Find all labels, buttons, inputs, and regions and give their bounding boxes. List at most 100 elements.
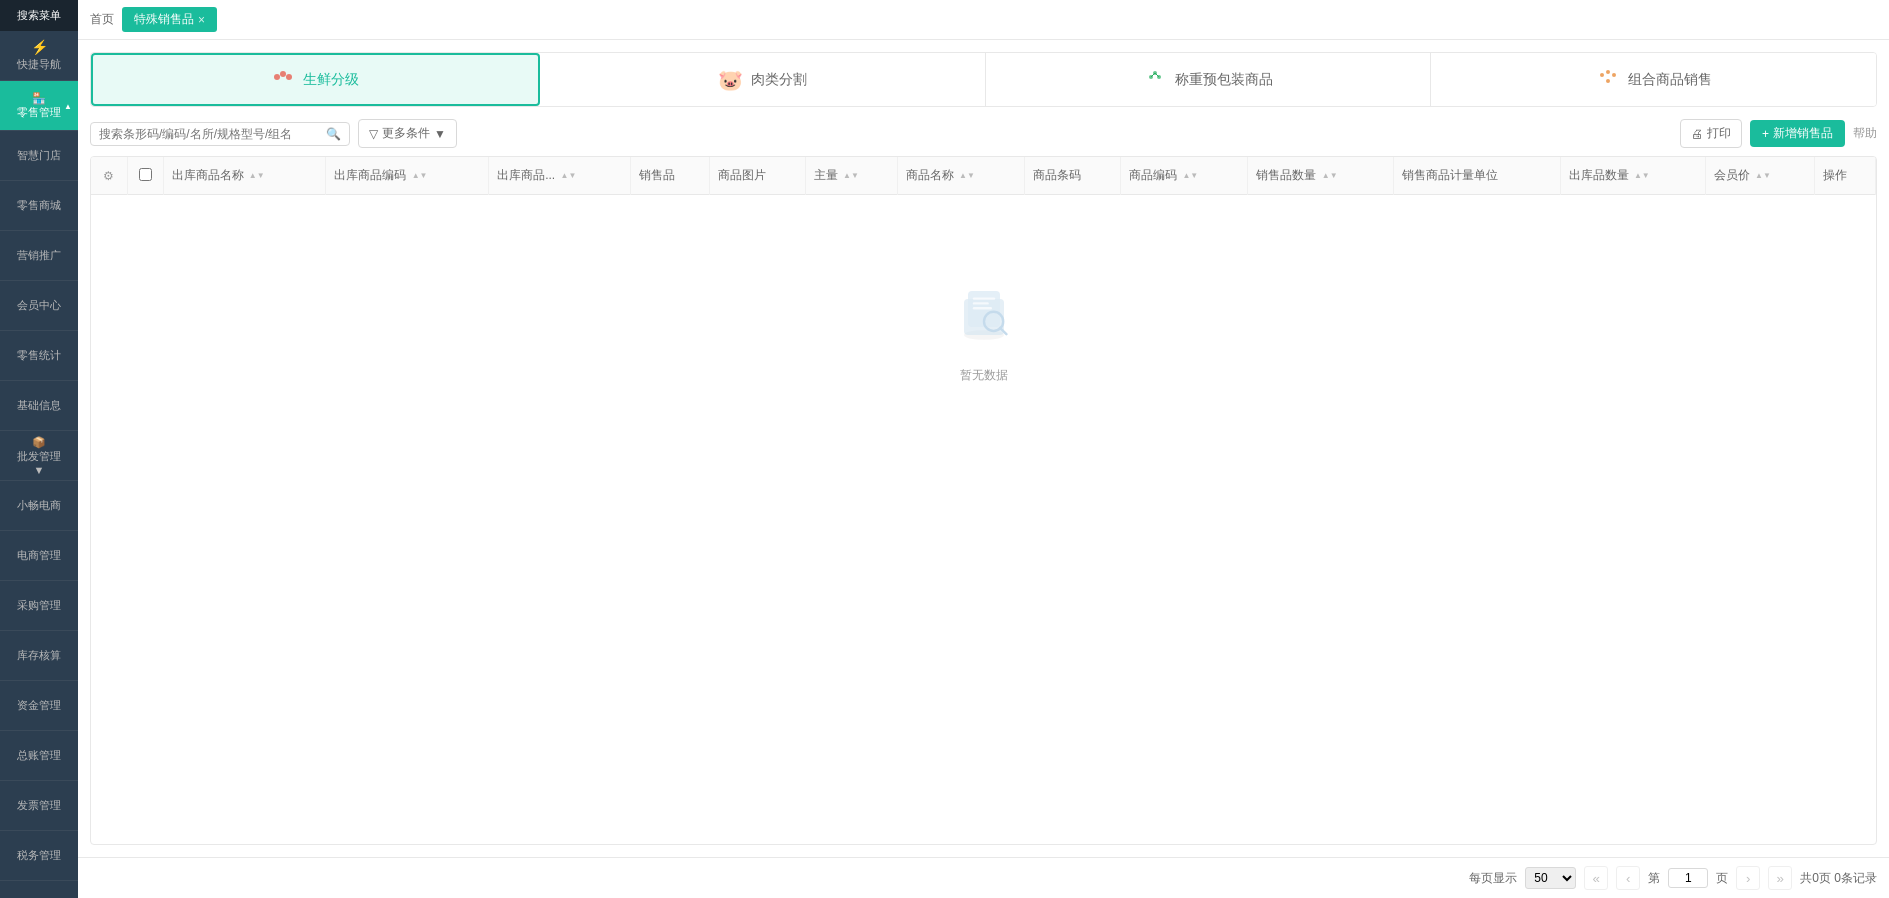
col-product-code[interactable]: 商品编码 ▲▼ — [1121, 157, 1248, 195]
col-sales-qty-label: 销售品数量 — [1256, 168, 1316, 182]
select-all-checkbox[interactable] — [139, 168, 152, 181]
tab-combo[interactable]: 组合商品销售 — [1431, 53, 1876, 106]
category-tabs: 生鲜分级 🐷 肉类分割 称重预包装商品 — [90, 52, 1877, 107]
sort-icon-main-weight: ▲▼ — [843, 171, 859, 180]
sidebar-item-invoice-mgmt[interactable]: 发票管理 — [0, 781, 78, 831]
col-member-price[interactable]: 会员价 ▲▼ — [1705, 157, 1815, 195]
search-input[interactable] — [99, 127, 326, 141]
col-product-image: 商品图片 — [709, 157, 805, 195]
sidebar-item-smart-store[interactable]: 智慧门店 — [0, 131, 78, 181]
col-main-weight[interactable]: 主量 ▲▼ — [805, 157, 897, 195]
first-page-btn[interactable]: « — [1584, 866, 1608, 890]
prev-page-btn[interactable]: ‹ — [1616, 866, 1640, 890]
meat-icon: 🐷 — [718, 68, 743, 92]
col-sales-unit: 销售商品计量单位 — [1393, 157, 1560, 195]
add-icon: + — [1762, 127, 1769, 141]
tab-weight[interactable]: 称重预包装商品 — [986, 53, 1432, 106]
empty-state: 暂无数据 — [91, 195, 1876, 464]
sidebar-label-finance: 资金管理 — [17, 698, 61, 713]
sidebar-label-tax-mgmt: 税务管理 — [17, 848, 61, 863]
column-settings-icon: ⚙ — [103, 169, 114, 183]
tab-close-btn[interactable]: × — [198, 13, 205, 27]
col-out-product-code[interactable]: 出库商品编码 ▲▼ — [326, 157, 489, 195]
sidebar-label-purchase-mgmt: 采购管理 — [17, 598, 61, 613]
sidebar-item-purchase-mgmt[interactable]: 采购管理 — [0, 581, 78, 631]
filter-label: 更多条件 — [382, 125, 430, 142]
tab-fresh[interactable]: 生鲜分级 — [91, 53, 540, 106]
sidebar-item-member-center[interactable]: 会员中心 — [0, 281, 78, 331]
empty-icon — [944, 275, 1024, 355]
tab-fresh-label: 生鲜分级 — [303, 71, 359, 89]
sidebar-item-general-ledger[interactable]: 总账管理 — [0, 731, 78, 781]
sidebar-item-fixed-assets[interactable]: 固定资产 — [0, 881, 78, 898]
page-input[interactable] — [1668, 868, 1708, 888]
search-menu-btn[interactable]: 搜索菜单 — [17, 8, 61, 23]
per-page-select[interactable]: 50 10 20 100 — [1525, 867, 1576, 889]
page-content: 生鲜分级 🐷 肉类分割 称重预包装商品 — [78, 40, 1889, 857]
svg-point-9 — [1606, 70, 1610, 74]
pagination: 每页显示 50 10 20 100 « ‹ 第 页 › » 共0页 0条记录 — [78, 857, 1889, 898]
sidebar-item-retail-mgmt[interactable]: 🏪 零售管理 — [0, 81, 78, 131]
sidebar-item-ecom-mgmt[interactable]: 电商管理 — [0, 531, 78, 581]
help-button[interactable]: 帮助 — [1853, 125, 1877, 142]
toolbar-left: 🔍 ▽ 更多条件 ▼ — [90, 119, 457, 148]
sidebar-label-basic-info: 基础信息 — [17, 398, 61, 413]
sidebar-item-sales-promo[interactable]: 营销推广 — [0, 231, 78, 281]
active-tab-label: 特殊销售品 — [134, 11, 194, 28]
col-member-price-label: 会员价 — [1714, 168, 1750, 182]
col-out-product-name[interactable]: 出库商品名称 ▲▼ — [163, 157, 326, 195]
table-header-row: ⚙ 出库商品名称 ▲▼ 出库商品编码 ▲▼ — [91, 157, 1876, 195]
sort-icon-product-name: ▲▼ — [959, 171, 975, 180]
home-tab[interactable]: 首页 — [90, 11, 114, 28]
tab-meat[interactable]: 🐷 肉类分割 — [540, 53, 986, 106]
sidebar-item-retail-stats[interactable]: 零售统计 — [0, 331, 78, 381]
sort-icon-product-code: ▲▼ — [1182, 171, 1198, 180]
active-tab[interactable]: 特殊销售品 × — [122, 7, 217, 32]
sidebar-label-member-center: 会员中心 — [17, 298, 61, 313]
col-main-weight-label: 主量 — [814, 168, 838, 182]
col-checkbox[interactable] — [127, 157, 163, 195]
col-out-product-x[interactable]: 出库商品... ▲▼ — [489, 157, 631, 195]
svg-point-10 — [1612, 73, 1616, 77]
sort-icon-out-product-name: ▲▼ — [249, 171, 265, 180]
next-page-btn[interactable]: › — [1736, 866, 1760, 890]
sidebar-item-finance[interactable]: 资金管理 — [0, 681, 78, 731]
combo-icon — [1596, 67, 1620, 92]
main-content: 首页 特殊销售品 × 生鲜分级 🐷 肉类分 — [78, 0, 1889, 898]
sidebar-label-quick-nav: 快捷导航 — [17, 57, 61, 72]
search-box[interactable]: 🔍 — [90, 122, 350, 146]
col-settings[interactable]: ⚙ — [91, 157, 127, 195]
print-button[interactable]: 🖨 打印 — [1680, 119, 1742, 148]
data-table: ⚙ 出库商品名称 ▲▼ 出库商品编码 ▲▼ — [91, 157, 1876, 195]
sidebar-item-retail-mall[interactable]: 零售商城 — [0, 181, 78, 231]
sidebar-item-wholesale-mgmt[interactable]: 📦 批发管理 — [0, 431, 78, 481]
tab-weight-label: 称重预包装商品 — [1175, 71, 1273, 89]
add-label: 新增销售品 — [1773, 125, 1833, 142]
sidebar-item-mini-ecom[interactable]: 小畅电商 — [0, 481, 78, 531]
wholesale-mgmt-icon: 📦 — [32, 436, 46, 449]
last-page-btn[interactable]: » — [1768, 866, 1792, 890]
page-label: 第 — [1648, 870, 1660, 887]
sort-icon-out-qty: ▲▼ — [1634, 171, 1650, 180]
add-sales-product-button[interactable]: + 新增销售品 — [1750, 120, 1845, 147]
sidebar-label-wholesale-mgmt: 批发管理 — [17, 449, 61, 464]
col-out-qty[interactable]: 出库品数量 ▲▼ — [1560, 157, 1705, 195]
topbar: 首页 特殊销售品 × — [78, 0, 1889, 40]
col-sales-product-label: 销售品 — [639, 168, 675, 182]
sort-icon-sales-qty: ▲▼ — [1322, 171, 1338, 180]
sidebar-item-inventory[interactable]: 库存核算 — [0, 631, 78, 681]
filter-button[interactable]: ▽ 更多条件 ▼ — [358, 119, 457, 148]
col-product-image-label: 商品图片 — [718, 168, 766, 182]
total-label: 共0页 0条记录 — [1800, 870, 1877, 887]
sidebar-label-inventory: 库存核算 — [17, 648, 61, 663]
sidebar-item-basic-info[interactable]: 基础信息 — [0, 381, 78, 431]
svg-point-1 — [280, 71, 286, 77]
sidebar-item-quick-nav[interactable]: ⚡ 快捷导航 — [0, 31, 78, 81]
search-icon[interactable]: 🔍 — [326, 127, 341, 141]
sidebar-label-general-ledger: 总账管理 — [17, 748, 61, 763]
col-sales-qty[interactable]: 销售品数量 ▲▼ — [1248, 157, 1393, 195]
sidebar-item-tax-mgmt[interactable]: 税务管理 — [0, 831, 78, 881]
col-product-name[interactable]: 商品名称 ▲▼ — [897, 157, 1024, 195]
quick-nav-icon: ⚡ — [31, 39, 48, 55]
filter-icon: ▽ — [369, 127, 378, 141]
